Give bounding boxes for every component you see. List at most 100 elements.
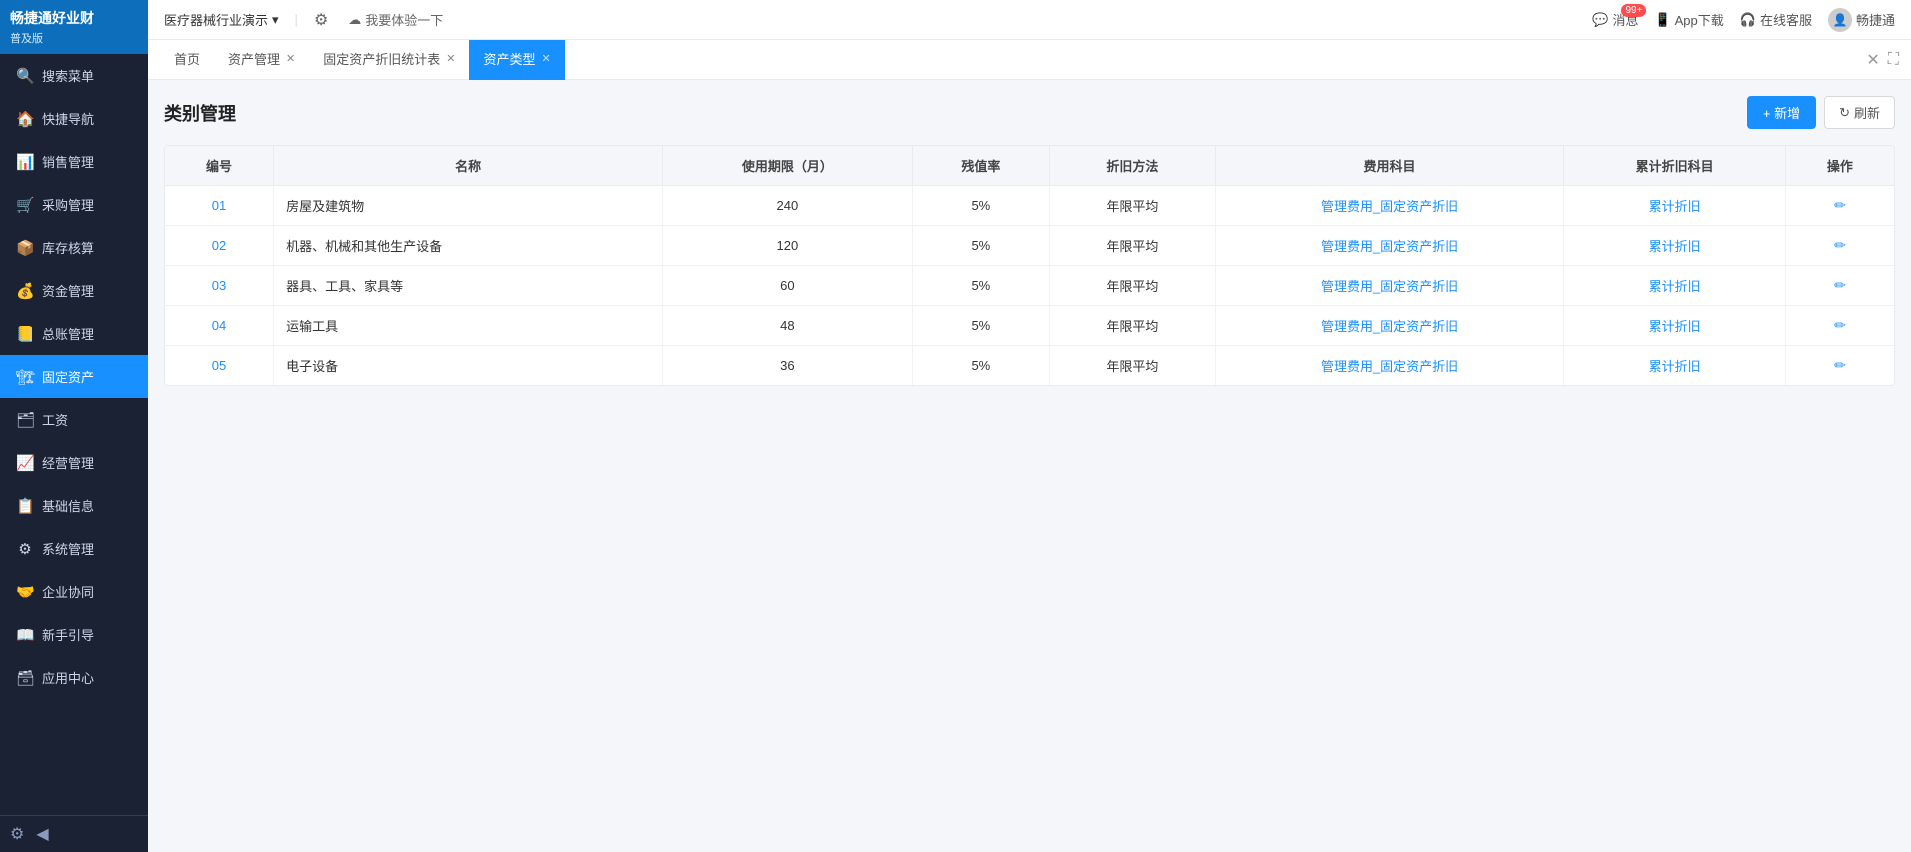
table-row: 05 电子设备 36 5% 年限平均 管理费用_固定资产折旧 累计折旧 ✏ — [165, 346, 1894, 386]
sidebar-item-system[interactable]: ⚙ 系统管理 — [0, 527, 148, 570]
edit-icon[interactable]: ✏ — [1834, 237, 1846, 253]
search-icon: 🔍 — [16, 67, 34, 85]
cell-id: 02 — [165, 226, 274, 266]
sidebar-footer: ⚙ ◀ — [0, 815, 148, 852]
col-header: 编号 — [165, 146, 274, 186]
tab-asset-type[interactable]: 资产类型 ✕ — [469, 40, 564, 80]
cloud-icon: ☁ — [348, 12, 361, 28]
tab-fixed-asset-report[interactable]: 固定资产折旧统计表✕ — [309, 40, 469, 80]
cell-residual: 5% — [912, 346, 1050, 386]
sidebar-item-salary[interactable]: 🗂 工资 — [0, 398, 148, 441]
edit-icon[interactable]: ✏ — [1834, 317, 1846, 333]
topbar-right: 💬 消息 99+ 📱 App下载 🎧 在线客服 👤 畅捷通 — [1592, 8, 1895, 32]
edit-icon[interactable]: ✏ — [1834, 357, 1846, 373]
cell-action[interactable]: ✏ — [1785, 306, 1894, 346]
sidebar-label-basic-info: 基础信息 — [42, 496, 94, 515]
sidebar-item-search[interactable]: 🔍 搜索菜单 — [0, 54, 148, 97]
sidebar-label-ledger: 总账管理 — [42, 324, 94, 343]
salary-icon: 🗂 — [16, 411, 34, 429]
tab-home[interactable]: 首页 — [160, 40, 214, 80]
sidebar-item-ops-mgmt[interactable]: 📈 经营管理 — [0, 441, 148, 484]
asset-type-table: 编号名称使用期限（月）残值率折旧方法费用科目累计折旧科目操作 01 房屋及建筑物… — [164, 145, 1895, 386]
cell-id: 01 — [165, 186, 274, 226]
cell-action[interactable]: ✏ — [1785, 186, 1894, 226]
col-header: 折旧方法 — [1050, 146, 1216, 186]
tab-label-asset-type: 资产类型 — [483, 49, 535, 68]
table-row: 04 运输工具 48 5% 年限平均 管理费用_固定资产折旧 累计折旧 ✏ — [165, 306, 1894, 346]
cell-period: 36 — [663, 346, 912, 386]
sidebar-label-purchase: 采购管理 — [42, 195, 94, 214]
col-header: 操作 — [1785, 146, 1894, 186]
online-service-label: 在线客服 — [1760, 10, 1812, 29]
cell-accumulated: 累计折旧 — [1564, 186, 1785, 226]
app-center-icon: 🗃 — [16, 669, 34, 687]
table-body: 01 房屋及建筑物 240 5% 年限平均 管理费用_固定资产折旧 累计折旧 ✏… — [165, 186, 1894, 386]
sidebar-label-fixed-asset: 固定资产 — [42, 367, 94, 386]
cell-period: 60 — [663, 266, 912, 306]
sidebar-item-fixed-asset[interactable]: 🏗 固定资产 — [0, 355, 148, 398]
cell-residual: 5% — [912, 306, 1050, 346]
sidebar-label-sales: 销售管理 — [42, 152, 94, 171]
sidebar: 畅捷通好业财 普及版 🔍 搜索菜单 🏠 快捷导航 📊 销售管理 🛒 采购管理 📦… — [0, 0, 148, 852]
sidebar-item-purchase[interactable]: 🛒 采购管理 — [0, 183, 148, 226]
tab-close-asset-type[interactable]: ✕ — [542, 52, 551, 65]
phone-icon: 📱 — [1654, 12, 1670, 28]
cell-method: 年限平均 — [1050, 226, 1216, 266]
tab-close-asset-mgmt[interactable]: ✕ — [286, 52, 295, 65]
cell-name: 机器、机械和其他生产设备 — [274, 226, 663, 266]
tab-close-fixed-asset-report[interactable]: ✕ — [446, 52, 455, 65]
refresh-button[interactable]: ↻ 刷新 — [1824, 96, 1895, 129]
collapse-icon[interactable]: ◀ — [36, 824, 48, 844]
cell-expense: 管理费用_固定资产折旧 — [1215, 226, 1564, 266]
cell-method: 年限平均 — [1050, 186, 1216, 226]
close-window-icon[interactable]: ✕ — [1866, 50, 1879, 70]
inventory-icon: 📦 — [16, 239, 34, 257]
sidebar-item-ledger[interactable]: 📒 总账管理 — [0, 312, 148, 355]
new-button[interactable]: + 新增 — [1747, 96, 1816, 129]
expand-icon[interactable]: ⛶ — [1888, 51, 1899, 69]
sidebar-item-enterprise[interactable]: 🤝 企业协同 — [0, 570, 148, 613]
sidebar-item-sales[interactable]: 📊 销售管理 — [0, 140, 148, 183]
sidebar-label-app-center: 应用中心 — [42, 668, 94, 687]
try-label: 我要体验一下 — [365, 10, 443, 29]
avatar-icon: 👤 — [1833, 13, 1848, 27]
dropdown-icon: ▾ — [272, 12, 279, 28]
table-header-row: 编号名称使用期限（月）残值率折旧方法费用科目累计折旧科目操作 — [165, 146, 1894, 186]
cell-action[interactable]: ✏ — [1785, 226, 1894, 266]
tab-asset-mgmt[interactable]: 资产管理✕ — [214, 40, 309, 80]
cell-expense: 管理费用_固定资产折旧 — [1215, 186, 1564, 226]
user-menu[interactable]: 👤 畅捷通 — [1828, 8, 1895, 32]
module-selector[interactable]: 医疗器械行业演示 ▾ — [164, 10, 279, 29]
settings-icon[interactable]: ⚙ — [10, 824, 24, 844]
settings-btn[interactable]: ⚙ — [314, 10, 328, 30]
sales-icon: 📊 — [16, 153, 34, 171]
table-row: 02 机器、机械和其他生产设备 120 5% 年限平均 管理费用_固定资产折旧 … — [165, 226, 1894, 266]
sidebar-item-basic-info[interactable]: 📋 基础信息 — [0, 484, 148, 527]
cell-accumulated: 累计折旧 — [1564, 306, 1785, 346]
notifications-btn[interactable]: 💬 消息 99+ — [1592, 10, 1638, 29]
cell-id: 05 — [165, 346, 274, 386]
sidebar-scroll: 🔍 搜索菜单 🏠 快捷导航 📊 销售管理 🛒 采购管理 📦 库存核算 💰 资金管… — [0, 54, 148, 815]
sidebar-item-guide[interactable]: 📖 新手引导 — [0, 613, 148, 656]
cell-period: 120 — [663, 226, 912, 266]
sidebar-item-capital[interactable]: 💰 资金管理 — [0, 269, 148, 312]
sidebar-label-guide: 新手引导 — [42, 625, 94, 644]
capital-icon: 💰 — [16, 282, 34, 300]
cell-name: 房屋及建筑物 — [274, 186, 663, 226]
cell-action[interactable]: ✏ — [1785, 346, 1894, 386]
sidebar-item-app-center[interactable]: 🗃 应用中心 — [0, 656, 148, 699]
online-service-btn[interactable]: 🎧 在线客服 — [1740, 10, 1812, 29]
cell-period: 240 — [663, 186, 912, 226]
sidebar-item-inventory[interactable]: 📦 库存核算 — [0, 226, 148, 269]
message-icon: 💬 — [1592, 12, 1608, 28]
edit-icon[interactable]: ✏ — [1834, 197, 1846, 213]
try-experience-btn[interactable]: ☁ 我要体验一下 — [348, 10, 443, 29]
app-title: 畅捷通好业财 — [10, 8, 94, 28]
cell-action[interactable]: ✏ — [1785, 266, 1894, 306]
col-header: 残值率 — [912, 146, 1050, 186]
app-download-btn[interactable]: 📱 App下载 — [1654, 10, 1723, 29]
cell-residual: 5% — [912, 186, 1050, 226]
edit-icon[interactable]: ✏ — [1834, 277, 1846, 293]
enterprise-icon: 🤝 — [16, 583, 34, 601]
sidebar-item-quick-nav[interactable]: 🏠 快捷导航 — [0, 97, 148, 140]
